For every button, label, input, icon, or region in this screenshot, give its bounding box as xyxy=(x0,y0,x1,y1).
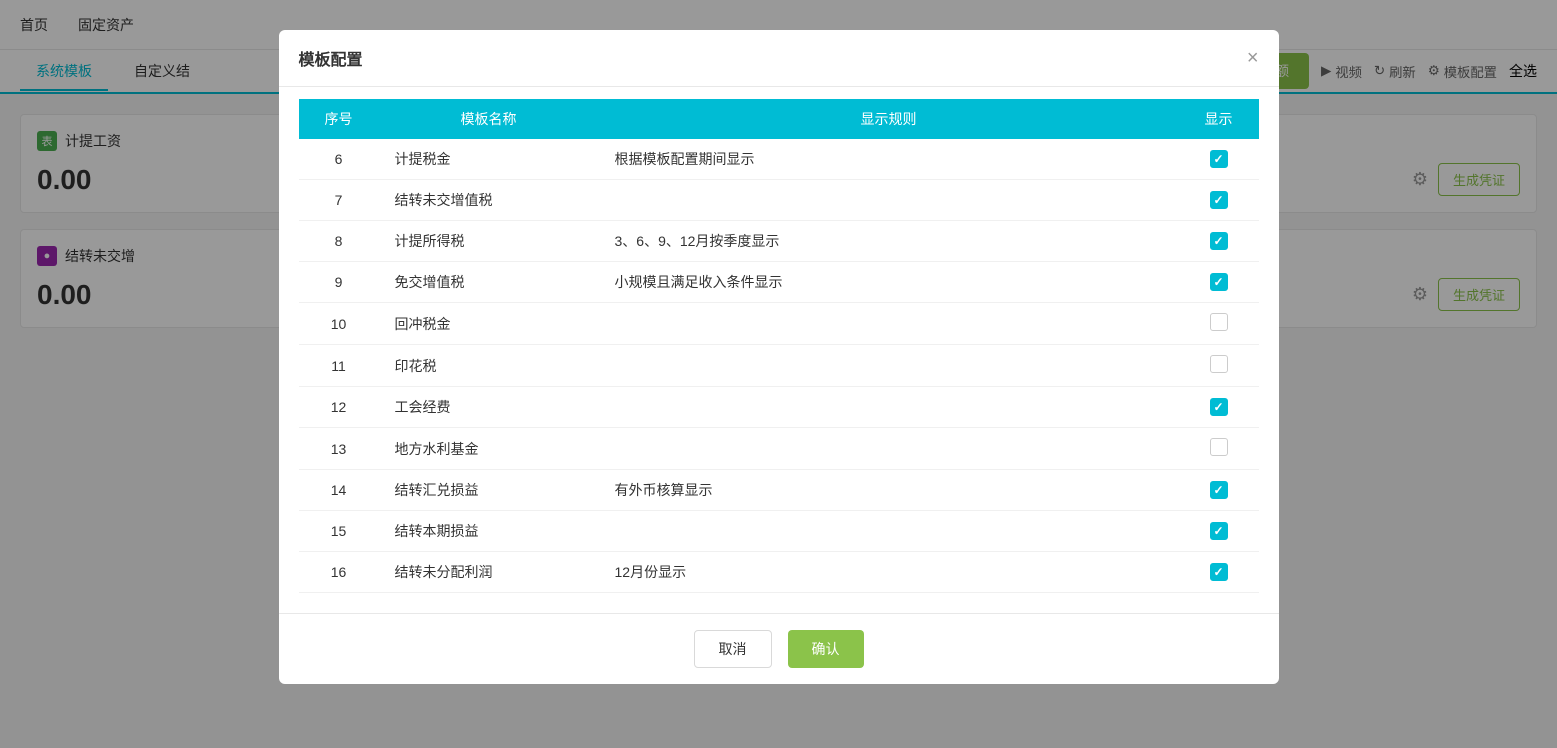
display-checkbox[interactable] xyxy=(1210,438,1228,456)
cell-no: 7 xyxy=(299,180,379,221)
table-row: 8计提所得税3、6、9、12月按季度显示 xyxy=(299,221,1259,262)
cell-display xyxy=(1179,552,1259,593)
cell-name: 结转未分配利润 xyxy=(379,552,599,593)
cell-rule xyxy=(599,511,1179,552)
cell-name: 结转未交增值税 xyxy=(379,180,599,221)
cell-name: 计提税金 xyxy=(379,139,599,180)
table-row: 15结转本期损益 xyxy=(299,511,1259,552)
confirm-button[interactable]: 确认 xyxy=(788,630,864,668)
modal-title: 模板配置 xyxy=(299,46,363,70)
modal-overlay: 模板配置 × 序号 模板名称 显示规则 显示 6计提税金根据模板配置期间显示7结… xyxy=(0,0,1557,748)
display-checkbox[interactable] xyxy=(1210,481,1228,499)
table-row: 10回冲税金 xyxy=(299,303,1259,345)
cell-name: 结转本期损益 xyxy=(379,511,599,552)
display-checkbox[interactable] xyxy=(1210,522,1228,540)
table-row: 12工会经费 xyxy=(299,387,1259,428)
table-row: 6计提税金根据模板配置期间显示 xyxy=(299,139,1259,180)
display-checkbox[interactable] xyxy=(1210,232,1228,250)
cell-display xyxy=(1179,345,1259,387)
modal-close-button[interactable]: × xyxy=(1247,48,1259,68)
cell-rule xyxy=(599,387,1179,428)
cell-rule xyxy=(599,180,1179,221)
cell-rule: 小规模且满足收入条件显示 xyxy=(599,262,1179,303)
cell-rule xyxy=(599,428,1179,470)
cell-rule: 有外币核算显示 xyxy=(599,470,1179,511)
cell-name: 回冲税金 xyxy=(379,303,599,345)
cell-no: 12 xyxy=(299,387,379,428)
cell-no: 6 xyxy=(299,139,379,180)
cell-rule xyxy=(599,303,1179,345)
cell-display xyxy=(1179,303,1259,345)
modal-template-config: 模板配置 × 序号 模板名称 显示规则 显示 6计提税金根据模板配置期间显示7结… xyxy=(279,30,1279,684)
table-row: 14结转汇兑损益有外币核算显示 xyxy=(299,470,1259,511)
cell-display xyxy=(1179,428,1259,470)
cell-display xyxy=(1179,387,1259,428)
table-header-row: 序号 模板名称 显示规则 显示 xyxy=(299,99,1259,139)
cell-no: 11 xyxy=(299,345,379,387)
display-checkbox[interactable] xyxy=(1210,355,1228,373)
display-checkbox[interactable] xyxy=(1210,398,1228,416)
col-name: 模板名称 xyxy=(379,99,599,139)
cell-name: 工会经费 xyxy=(379,387,599,428)
modal-footer: 取消 确认 xyxy=(279,613,1279,684)
cell-rule: 12月份显示 xyxy=(599,552,1179,593)
cell-no: 9 xyxy=(299,262,379,303)
display-checkbox[interactable] xyxy=(1210,191,1228,209)
cell-display xyxy=(1179,221,1259,262)
cell-no: 14 xyxy=(299,470,379,511)
display-checkbox[interactable] xyxy=(1210,313,1228,331)
cell-display xyxy=(1179,511,1259,552)
cell-display xyxy=(1179,139,1259,180)
col-rule: 显示规则 xyxy=(599,99,1179,139)
col-no: 序号 xyxy=(299,99,379,139)
table-row: 9免交增值税小规模且满足收入条件显示 xyxy=(299,262,1259,303)
display-checkbox[interactable] xyxy=(1210,150,1228,168)
cell-rule: 3、6、9、12月按季度显示 xyxy=(599,221,1179,262)
cell-display xyxy=(1179,470,1259,511)
config-table: 序号 模板名称 显示规则 显示 6计提税金根据模板配置期间显示7结转未交增值税8… xyxy=(299,99,1259,593)
table-row: 13地方水利基金 xyxy=(299,428,1259,470)
display-checkbox[interactable] xyxy=(1210,563,1228,581)
cell-rule: 根据模板配置期间显示 xyxy=(599,139,1179,180)
table-row: 7结转未交增值税 xyxy=(299,180,1259,221)
cell-name: 计提所得税 xyxy=(379,221,599,262)
table-row: 11印花税 xyxy=(299,345,1259,387)
cell-name: 印花税 xyxy=(379,345,599,387)
cell-no: 15 xyxy=(299,511,379,552)
cell-no: 8 xyxy=(299,221,379,262)
cell-display xyxy=(1179,180,1259,221)
display-checkbox[interactable] xyxy=(1210,273,1228,291)
cancel-button[interactable]: 取消 xyxy=(694,630,772,668)
col-display: 显示 xyxy=(1179,99,1259,139)
modal-header: 模板配置 × xyxy=(279,30,1279,87)
cell-rule xyxy=(599,345,1179,387)
cell-name: 地方水利基金 xyxy=(379,428,599,470)
cell-no: 16 xyxy=(299,552,379,593)
cell-display xyxy=(1179,262,1259,303)
cell-no: 10 xyxy=(299,303,379,345)
cell-no: 13 xyxy=(299,428,379,470)
modal-body: 序号 模板名称 显示规则 显示 6计提税金根据模板配置期间显示7结转未交增值税8… xyxy=(279,87,1279,613)
cell-name: 免交增值税 xyxy=(379,262,599,303)
table-row: 16结转未分配利润12月份显示 xyxy=(299,552,1259,593)
cell-name: 结转汇兑损益 xyxy=(379,470,599,511)
